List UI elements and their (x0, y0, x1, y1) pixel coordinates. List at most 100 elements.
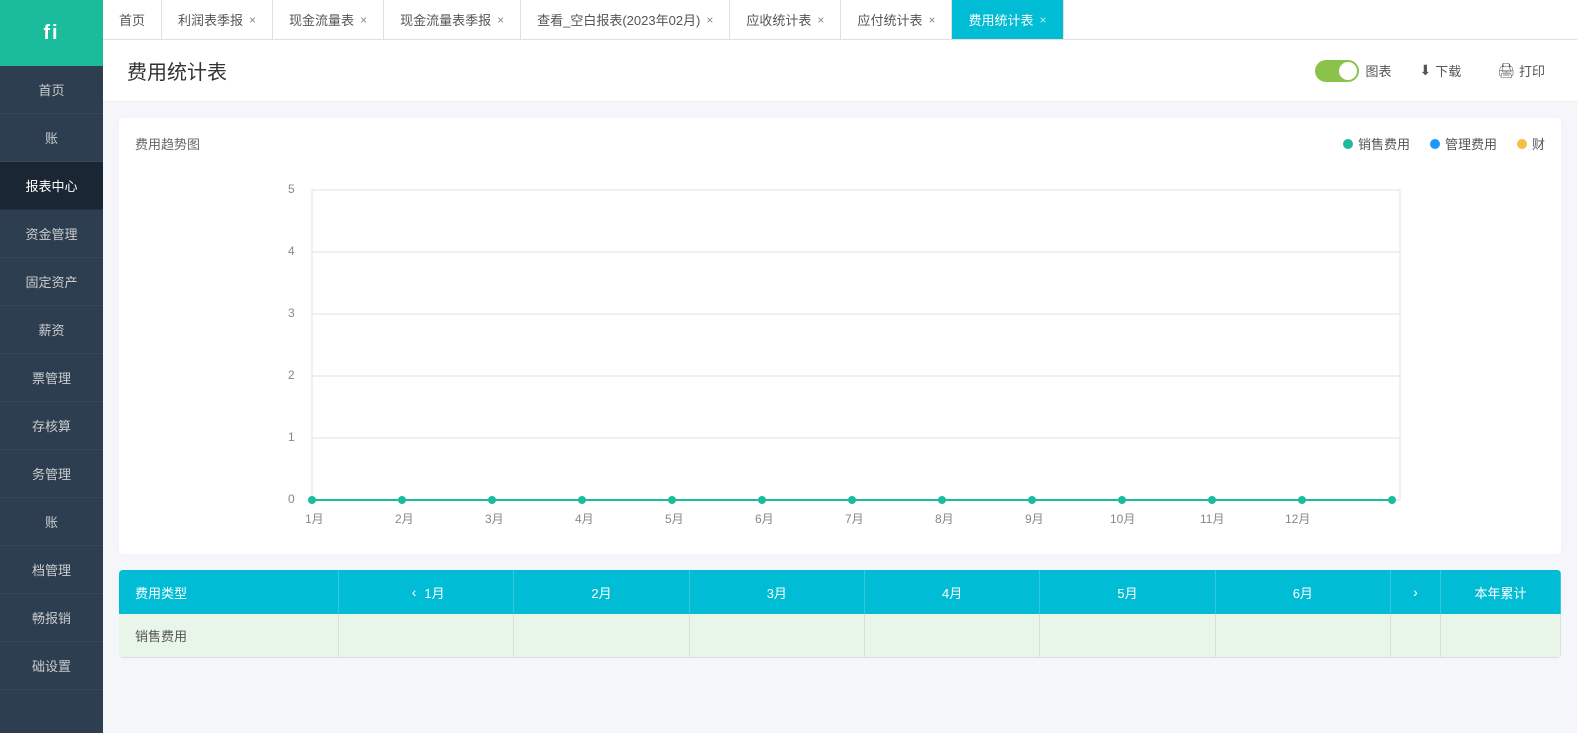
svg-text:3月: 3月 (485, 512, 504, 526)
sidebar-logo: fi (0, 0, 103, 66)
svg-text:7月: 7月 (845, 512, 864, 526)
print-label: 打印 (1519, 61, 1545, 80)
legend-label-admin: 管理费用 (1445, 134, 1497, 153)
cell-m2 (514, 614, 689, 657)
chart-title: 费用趋势图 (135, 134, 200, 153)
trend-chart: 5 4 3 2 1 0 (135, 165, 1545, 535)
svg-text:6月: 6月 (755, 512, 774, 526)
sidebar: fi 首页 账 报表中心 资金管理 固定资产 薪资 票管理 存核算 务管理 账 … (0, 0, 103, 733)
main-area: 首页 利润表季报 × 现金流量表 × 现金流量表季报 × 查看_空白报表(202… (103, 0, 1577, 733)
tab-expense-stats[interactable]: 费用统计表 × (952, 0, 1063, 40)
nav-prev-button[interactable]: ‹ (408, 582, 421, 602)
svg-text:1: 1 (288, 430, 295, 444)
svg-text:8月: 8月 (935, 512, 954, 526)
tab-home[interactable]: 首页 (103, 0, 162, 40)
legend-dot-admin (1430, 139, 1440, 149)
tab-cashflow-quarterly[interactable]: 现金流量表季报 × (384, 0, 521, 40)
nav-next-button[interactable]: › (1409, 582, 1422, 602)
col-header-m5: 5月 (1040, 570, 1215, 614)
legend-dot-finance (1517, 139, 1527, 149)
legend-sales-expense: 销售费用 (1343, 134, 1410, 153)
print-icon: 🖨 (1497, 62, 1515, 79)
chart-title-row: 费用趋势图 销售费用 管理费用 财 (135, 134, 1545, 153)
col-header-m6: 6月 (1216, 570, 1391, 614)
page-header: 费用统计表 图表 ⬇ 下载 🖨 打印 (103, 40, 1577, 102)
col-header-type: 费用类型 (119, 570, 339, 614)
sidebar-item-salary[interactable]: 薪资 (0, 306, 103, 354)
legend-admin-expense: 管理费用 (1430, 134, 1497, 153)
col-header-total: 本年累计 (1441, 570, 1561, 614)
cell-m4 (865, 614, 1040, 657)
sidebar-item-archive-mgmt[interactable]: 档管理 (0, 546, 103, 594)
tab-close-expense-stats[interactable]: × (1039, 13, 1046, 27)
col-header-m3: 3月 (690, 570, 865, 614)
legend-finance-expense: 财 (1517, 134, 1545, 153)
tab-payable-stats[interactable]: 应付统计表 × (841, 0, 952, 40)
col-header-m4: 4月 (865, 570, 1040, 614)
svg-text:12月: 12月 (1285, 512, 1310, 526)
sidebar-item-report-center[interactable]: 报表中心 (0, 162, 103, 210)
download-button[interactable]: ⬇ 下载 (1411, 57, 1469, 84)
tab-close-cashflow-quarterly[interactable]: × (497, 13, 504, 27)
tab-receivable-stats[interactable]: 应收统计表 × (730, 0, 841, 40)
svg-text:0: 0 (288, 492, 295, 506)
chart-legend: 销售费用 管理费用 财 (1343, 134, 1545, 153)
tab-close-cashflow[interactable]: × (360, 13, 367, 27)
chart-container: 5 4 3 2 1 0 (135, 165, 1545, 538)
tab-close-profit-quarterly[interactable]: × (249, 13, 256, 27)
expense-table: 费用类型 ‹ 1月 2月 3月 4月 5月 (119, 570, 1561, 658)
svg-text:10月: 10月 (1110, 512, 1135, 526)
legend-label-finance: 财 (1532, 134, 1545, 153)
page-title: 费用统计表 (127, 56, 227, 85)
cell-m6 (1216, 614, 1391, 657)
svg-text:4: 4 (288, 244, 295, 258)
sidebar-item-inventory[interactable]: 存核算 (0, 402, 103, 450)
svg-text:4月: 4月 (575, 512, 594, 526)
header-actions: 图表 ⬇ 下载 🖨 打印 (1315, 57, 1553, 84)
tab-profit-quarterly[interactable]: 利润表季报 × (162, 0, 273, 40)
sidebar-item-basic-settings[interactable]: 础设置 (0, 642, 103, 690)
col-header-m1: ‹ 1月 (339, 570, 514, 614)
table-row: 销售费用 (119, 614, 1561, 658)
sidebar-item-write-off[interactable]: 畅报销 (0, 594, 103, 642)
tab-close-payable-stats[interactable]: × (928, 13, 935, 27)
chart-section: 费用趋势图 销售费用 管理费用 财 (119, 118, 1561, 554)
tab-cashflow[interactable]: 现金流量表 × (273, 0, 384, 40)
cell-type: 销售费用 (119, 614, 339, 657)
tab-bar: 首页 利润表季报 × 现金流量表 × 现金流量表季报 × 查看_空白报表(202… (103, 0, 1577, 40)
cell-total (1441, 614, 1561, 657)
download-icon: ⬇ (1419, 62, 1431, 79)
sidebar-item-service-mgmt[interactable]: 务管理 (0, 450, 103, 498)
cell-m1 (339, 614, 514, 657)
sidebar-item-fund-mgmt[interactable]: 资金管理 (0, 210, 103, 258)
svg-text:5月: 5月 (665, 512, 684, 526)
sidebar-item-ledger[interactable]: 账 (0, 498, 103, 546)
table-header-row: 费用类型 ‹ 1月 2月 3月 4月 5月 (119, 570, 1561, 614)
svg-text:2: 2 (288, 368, 295, 382)
chart-toggle-group: 图表 (1315, 60, 1391, 82)
chart-toggle-label: 图表 (1365, 61, 1391, 80)
cell-m5 (1040, 614, 1215, 657)
sidebar-item-fixed-assets[interactable]: 固定资产 (0, 258, 103, 306)
col-header-m2: 2月 (514, 570, 689, 614)
print-button[interactable]: 🖨 打印 (1489, 57, 1553, 84)
svg-text:2月: 2月 (395, 512, 414, 526)
download-label: 下载 (1435, 61, 1461, 80)
tab-close-receivable-stats[interactable]: × (817, 13, 824, 27)
chart-toggle[interactable] (1315, 60, 1359, 82)
cell-nav (1391, 614, 1441, 657)
svg-text:5: 5 (288, 182, 295, 196)
tab-close-blank-report[interactable]: × (706, 13, 713, 27)
cell-m3 (690, 614, 865, 657)
sidebar-item-home[interactable]: 首页 (0, 66, 103, 114)
svg-text:9月: 9月 (1025, 512, 1044, 526)
content-area: 费用统计表 图表 ⬇ 下载 🖨 打印 费用趋势图 (103, 40, 1577, 733)
sidebar-item-invoice-mgmt[interactable]: 票管理 (0, 354, 103, 402)
legend-label-sales: 销售费用 (1358, 134, 1410, 153)
col-header-nav-next: › (1391, 570, 1441, 614)
tab-blank-report[interactable]: 查看_空白报表(2023年02月) × (521, 0, 730, 40)
sidebar-item-account[interactable]: 账 (0, 114, 103, 162)
legend-dot-sales (1343, 139, 1353, 149)
svg-text:3: 3 (288, 306, 295, 320)
svg-text:1月: 1月 (305, 512, 324, 526)
